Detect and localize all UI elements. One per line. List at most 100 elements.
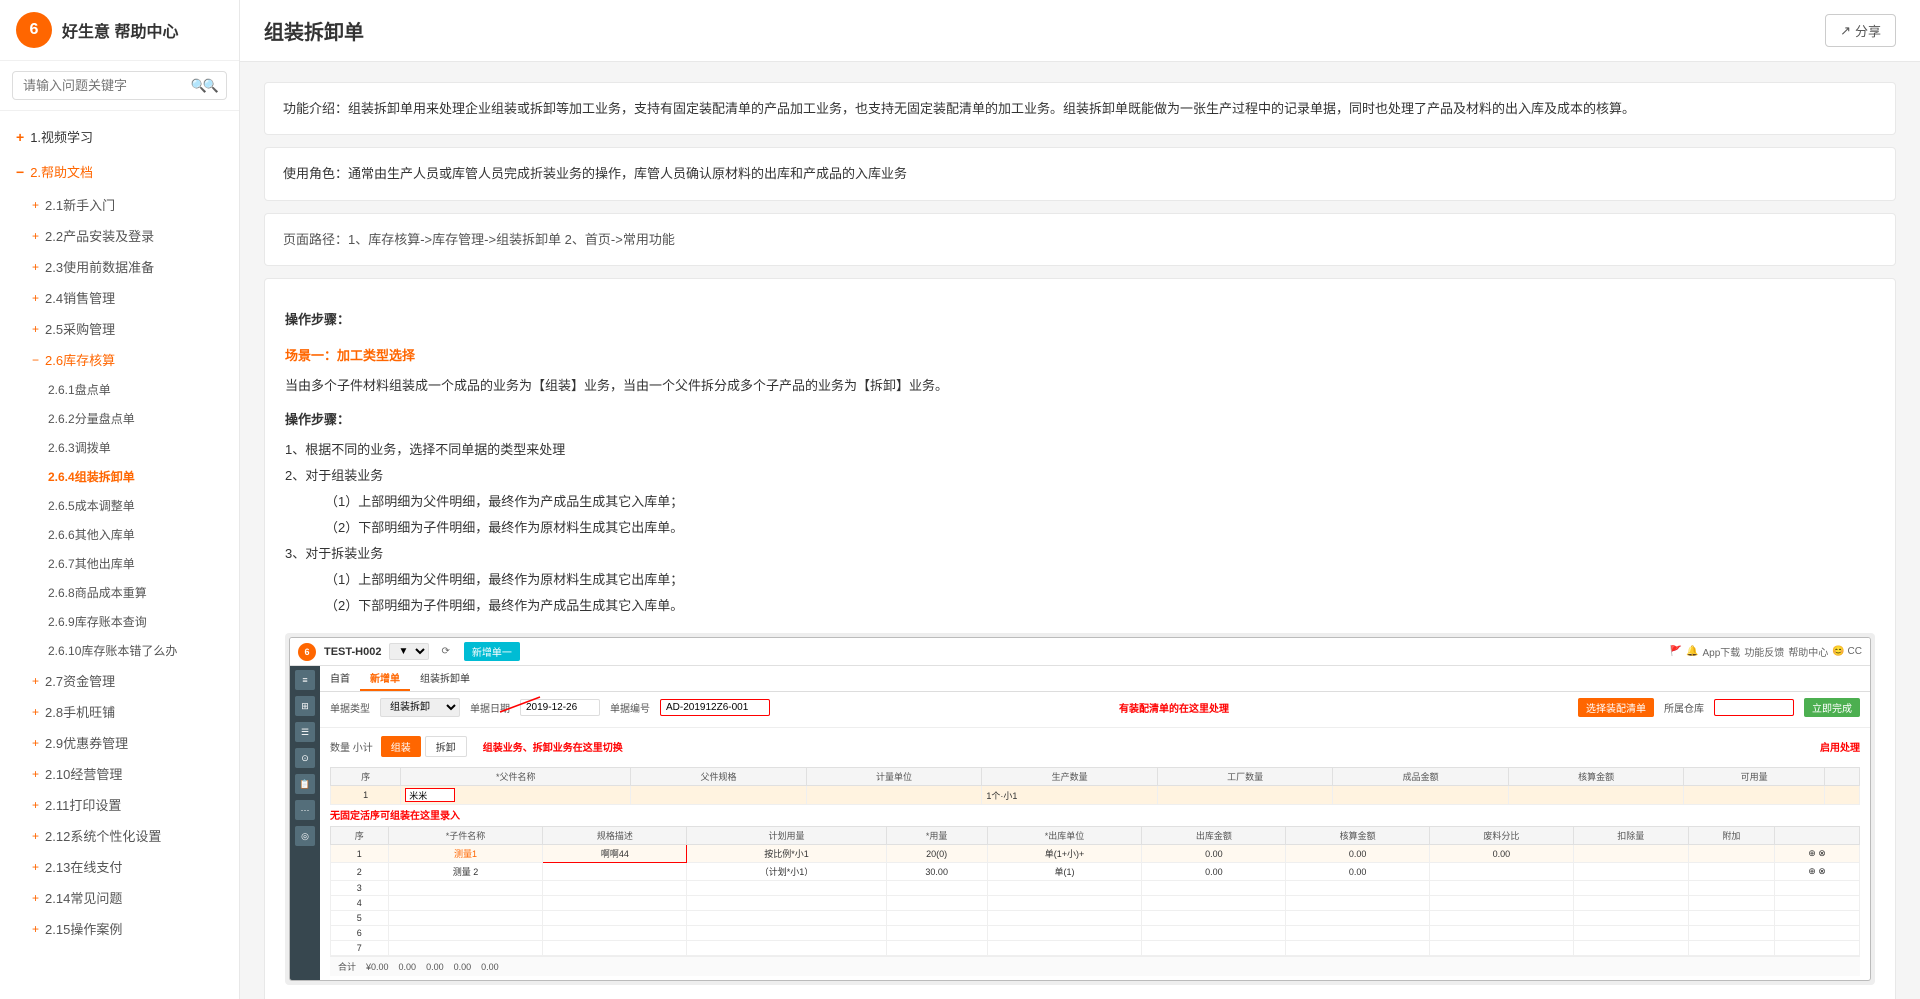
nav-label-help: 2.帮助文档 xyxy=(30,162,93,181)
sidebar-item-stock-check[interactable]: 2.6.9库存账本查询 xyxy=(0,607,239,636)
app-company-select[interactable]: ▼ xyxy=(389,643,429,660)
lower-td-name-2: 测量 2 xyxy=(388,863,543,881)
app-sidebar-icon-6[interactable]: ⋯ xyxy=(295,800,315,820)
sidebar-item-label-stockcheck: 2.6.9库存账本查询 xyxy=(48,613,147,630)
app-new-btn[interactable]: 新增单一 xyxy=(464,642,520,661)
steps-desc: 操作步骤： xyxy=(285,407,1875,433)
app-nav-helpcenter[interactable]: 帮助中心 xyxy=(1788,644,1828,659)
app-nav-user[interactable]: 😊 CC xyxy=(1832,646,1862,657)
sidebar-item-purchase[interactable]: + 2.5采购管理 xyxy=(0,313,239,344)
expand-icon-video: + xyxy=(16,129,24,145)
lower-td-unit-1: 单(1+小)+ xyxy=(987,845,1142,863)
sidebar-item-other-out[interactable]: 2.6.7其他出库单 xyxy=(0,549,239,578)
lower-table: 序 *子件名称 规格描述 计划用量 *用量 *出库单位 出库金额 xyxy=(330,826,1860,956)
count-info: 数量 小计 xyxy=(330,739,373,754)
sidebar-item-install[interactable]: + 2.2产品安装及登录 xyxy=(0,220,239,251)
sidebar-item-data-prep[interactable]: + 2.3使用前数据准备 xyxy=(0,251,239,282)
sidebar-item-cases[interactable]: + 2.15操作案例 xyxy=(0,913,239,944)
sidebar-item-mobile[interactable]: + 2.8手机旺铺 xyxy=(0,696,239,727)
search-input[interactable] xyxy=(12,71,227,100)
app-tabs: 自首 新增单 组装拆卸单 xyxy=(320,666,1870,692)
sidebar-item-mgmt[interactable]: + 2.10经营管理 xyxy=(0,758,239,789)
form-date-input[interactable] xyxy=(520,699,600,716)
form-order-input[interactable] xyxy=(660,699,770,716)
lower-td-spec-1: 啊啊44 xyxy=(543,845,687,863)
sidebar-logo: 6 xyxy=(16,12,52,48)
lower-row-5: 5 xyxy=(331,911,1860,926)
plus-icon-faq: + xyxy=(32,891,39,905)
disassembly-type-btn[interactable]: 拆卸 xyxy=(425,736,467,757)
sidebar-item-sales[interactable]: + 2.4销售管理 xyxy=(0,282,239,313)
tab-new[interactable]: 新增单 xyxy=(360,666,410,691)
lower-td-deduct-1 xyxy=(1573,845,1688,863)
sidebar-item-cost-recalc[interactable]: 2.6.8商品成本重算 xyxy=(0,578,239,607)
sidebar-item-adjust[interactable]: 2.6.3调拨单 xyxy=(0,433,239,462)
nav-section-video: + 1.视频学习 xyxy=(0,119,239,154)
footer-val2: 0.00 xyxy=(426,962,444,972)
minus-icon-inventory: − xyxy=(32,353,39,367)
app-form: 单据类型 组装拆卸 单据日期 单据编号 有装配清单的在这里处理 xyxy=(320,692,1870,728)
sidebar-item-label-adjust: 2.6.3调拨单 xyxy=(48,439,111,456)
path-text: 页面路径：1、库存核算->库存管理->组装拆卸单 2、首页->常用功能 xyxy=(283,232,675,247)
sidebar-item-other-in[interactable]: 2.6.6其他入库单 xyxy=(0,520,239,549)
free-input-annotation: 无固定活序可组装在这里录入 xyxy=(330,811,460,822)
plus-icon-sales: + xyxy=(32,291,39,305)
app-nav-help[interactable]: App下载 xyxy=(1703,644,1741,659)
search-wrap: 🔍 xyxy=(12,71,227,100)
upper-table-header-row: 序 *父件名称 父件规格 计量单位 生产数量 工厂数量 成品金额 xyxy=(331,768,1860,786)
nav-item-video[interactable]: + 1.视频学习 xyxy=(0,119,239,154)
app-nav-feedback[interactable]: 功能反馈 xyxy=(1744,644,1784,659)
sidebar-item-custom[interactable]: + 2.12系统个性化设置 xyxy=(0,820,239,851)
sidebar-item-label-install: 2.2产品安装及登录 xyxy=(45,226,154,245)
nav-section-help: − 2.帮助文档 + 2.1新手入门 + 2.2产品安装及登录 + 2.3使用前… xyxy=(0,154,239,944)
complete-btn[interactable]: 立即完成 xyxy=(1804,698,1860,717)
plus-icon-coupon: + xyxy=(32,736,39,750)
upper-td-action-1 xyxy=(1824,786,1859,805)
app-sidebar-icon-5[interactable]: 📋 xyxy=(295,774,315,794)
bom-annotation-text: 有装配清单的在这里处理 xyxy=(1119,704,1229,715)
nav-item-help[interactable]: − 2.帮助文档 xyxy=(0,154,239,189)
upper-th-seq: 序 xyxy=(331,768,401,786)
step2-sub1: （1）上部明细为父件明细，最终作为产成品生成其它入库单； xyxy=(285,489,1875,515)
sidebar-item-faq[interactable]: + 2.14常见问题 xyxy=(0,882,239,913)
sidebar-item-coupon[interactable]: + 2.9优惠券管理 xyxy=(0,727,239,758)
app-sidebar-icon-1[interactable]: ≡ xyxy=(295,670,315,690)
sidebar-item-newbie[interactable]: + 2.1新手入门 xyxy=(0,189,239,220)
lower-th-extra: 附加 xyxy=(1688,827,1774,845)
lower-td-waste-1: 0.00 xyxy=(1429,845,1573,863)
main-area: 组装拆卸单 ↗ 分享 功能介绍：组装拆卸单用来处理企业组装或拆卸等加工业务，支持… xyxy=(240,0,1920,999)
sidebar-item-stock-err[interactable]: 2.6.10库存账本错了么办 xyxy=(0,636,239,665)
form-type-select[interactable]: 组装拆卸 xyxy=(380,698,460,717)
lower-th-name: *子件名称 xyxy=(388,827,543,845)
footer-total-label: 合计 xyxy=(338,960,356,973)
sidebar-item-label-stockcount: 2.6.1盘点单 xyxy=(48,381,111,398)
upper-th-mfg: 工厂数量 xyxy=(1157,768,1333,786)
upper-table-row-1: 1 1个·小1 xyxy=(331,786,1860,805)
lower-td-deduct-2 xyxy=(1573,863,1688,881)
upper-input-name-1[interactable] xyxy=(405,788,455,802)
sidebar-item-label-otherout: 2.6.7其他出库单 xyxy=(48,555,135,572)
sidebar-item-print[interactable]: + 2.11打印设置 xyxy=(0,789,239,820)
plus-icon-onlinepay: + xyxy=(32,860,39,874)
sidebar-item-funds[interactable]: + 2.7资金管理 xyxy=(0,665,239,696)
share-button[interactable]: ↗ 分享 xyxy=(1825,14,1896,47)
app-sidebar-icon-2[interactable]: ⊞ xyxy=(295,696,315,716)
form-warehouse-input[interactable] xyxy=(1714,699,1794,716)
app-sidebar-icon-7[interactable]: ◎ xyxy=(295,826,315,846)
plus-icon-cases: + xyxy=(32,922,39,936)
sidebar-header: 6 好生意 帮助中心 xyxy=(0,0,239,61)
assembly-type-btn[interactable]: 组装 xyxy=(381,736,421,757)
app-sidebar-icon-3[interactable]: ☰ xyxy=(295,722,315,742)
app-sidebar-icon-4[interactable]: ⊙ xyxy=(295,748,315,768)
sidebar-item-assembly[interactable]: 2.6.4组装拆卸单 xyxy=(0,462,239,491)
select-bom-btn[interactable]: 选择装配清单 xyxy=(1578,698,1654,717)
sidebar-item-cost-adjust[interactable]: 2.6.5成本调整单 xyxy=(0,491,239,520)
sidebar-item-online-pay[interactable]: + 2.13在线支付 xyxy=(0,851,239,882)
tab-assembly-list[interactable]: 组装拆卸单 xyxy=(410,666,480,691)
lower-row-7: 7 xyxy=(331,941,1860,956)
lower-th-waste: 废料分比 xyxy=(1429,827,1573,845)
sidebar-item-inventory[interactable]: − 2.6库存核算 xyxy=(0,344,239,375)
sidebar-item-split-count[interactable]: 2.6.2分量盘点单 xyxy=(0,404,239,433)
tab-home[interactable]: 自首 xyxy=(320,666,360,691)
sidebar-item-stock-count[interactable]: 2.6.1盘点单 xyxy=(0,375,239,404)
